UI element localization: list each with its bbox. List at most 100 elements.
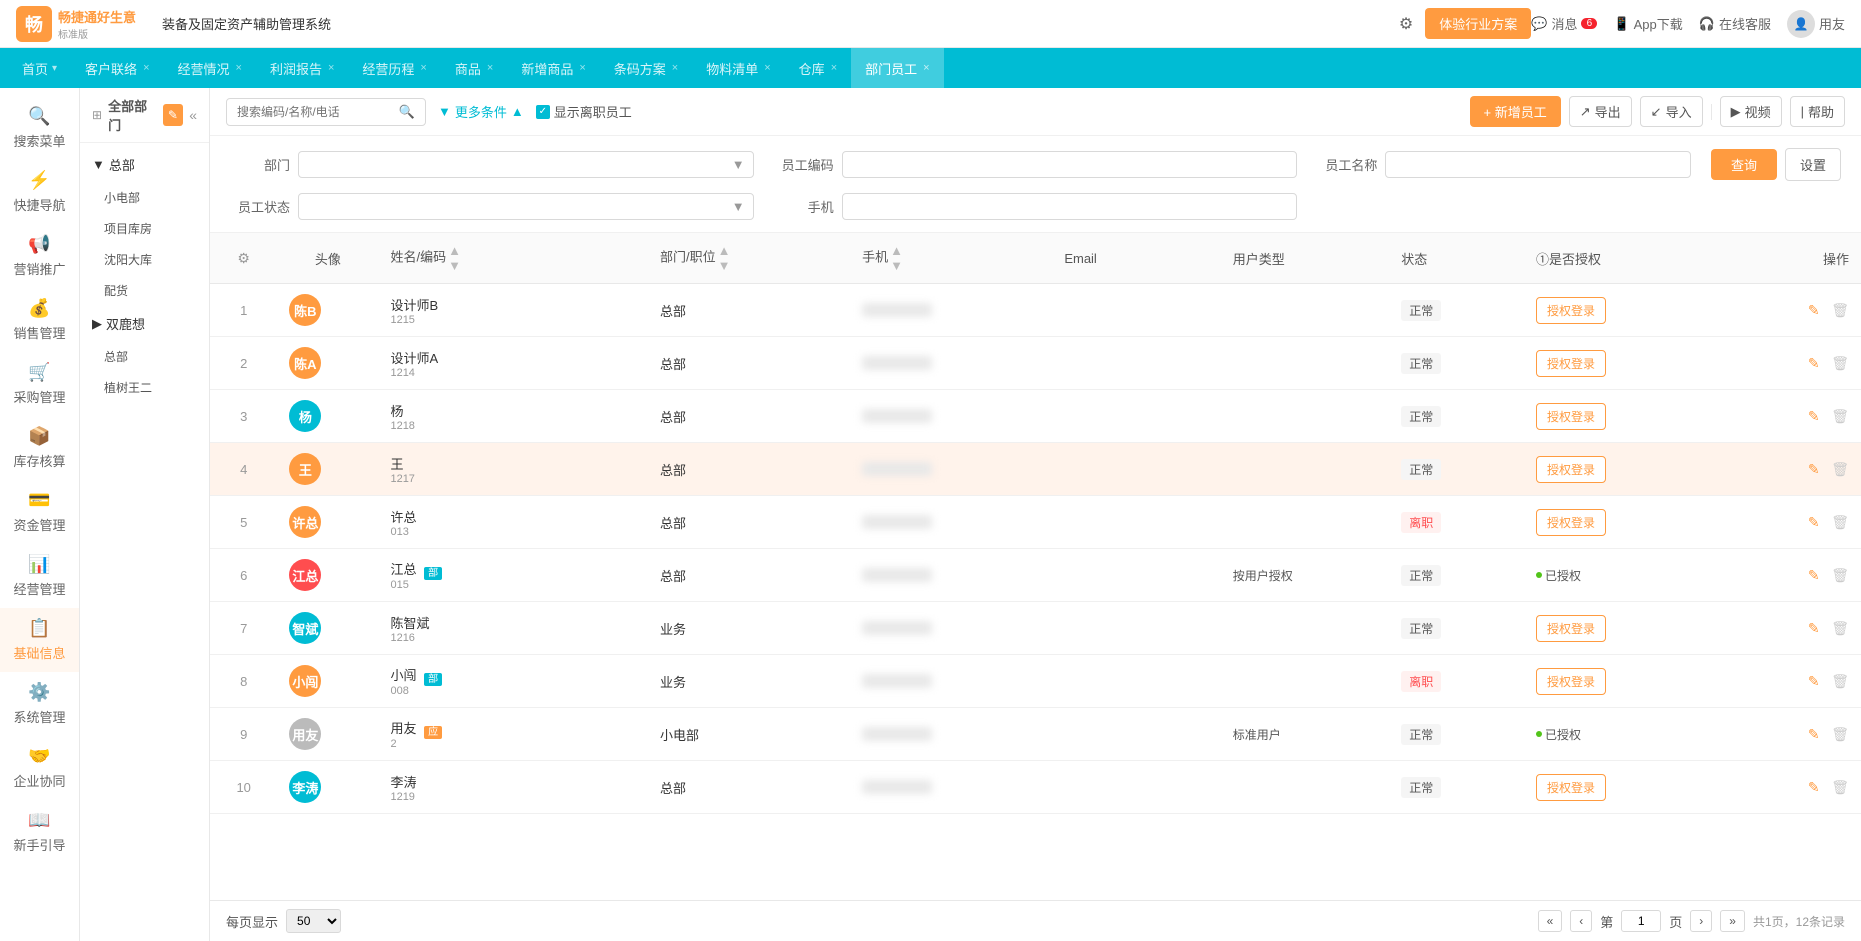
tab-close-icon[interactable]: ×: [831, 62, 837, 74]
edit-button[interactable]: ✎: [1808, 673, 1820, 689]
empname-filter-input[interactable]: [1385, 151, 1691, 178]
edit-button[interactable]: ✎: [1808, 726, 1820, 742]
left-nav-item-搜索菜单[interactable]: 🔍搜索菜单: [0, 96, 79, 160]
delete-button[interactable]: 🗑: [1831, 620, 1849, 636]
col-phone[interactable]: 手机▲▼: [850, 233, 1052, 284]
experience-button[interactable]: 体验行业方案: [1425, 8, 1531, 39]
tab-close-icon[interactable]: ×: [143, 62, 149, 74]
nav-tab-条码方案[interactable]: 条码方案 ×: [600, 48, 692, 88]
tab-close-icon[interactable]: ×: [328, 62, 334, 74]
auth-button[interactable]: 授权登录: [1536, 456, 1606, 483]
last-page-button[interactable]: »: [1720, 910, 1745, 932]
delete-button[interactable]: 🗑: [1831, 673, 1849, 689]
dept-item-zhishu[interactable]: 植树王二: [80, 372, 209, 403]
add-employee-button[interactable]: + 新增员工: [1470, 96, 1561, 127]
nav-tab-经营历程[interactable]: 经营历程 ×: [348, 48, 440, 88]
edit-button[interactable]: ✎: [1808, 302, 1820, 318]
left-nav-item-系统管理[interactable]: ⚙️系统管理: [0, 672, 79, 736]
edit-button[interactable]: ✎: [1808, 779, 1820, 795]
tab-close-icon[interactable]: ×: [579, 62, 585, 74]
settings-icon[interactable]: ⚙: [1399, 14, 1413, 34]
edit-button[interactable]: ✎: [1808, 620, 1820, 636]
left-nav-item-经营管理[interactable]: 📊经营管理: [0, 544, 79, 608]
page-size-select[interactable]: 50 100: [286, 909, 341, 933]
tab-close-icon[interactable]: ×: [764, 62, 770, 74]
col-name[interactable]: 姓名/编码▲▼: [378, 233, 648, 284]
auth-button[interactable]: 授权登录: [1536, 668, 1606, 695]
delete-button[interactable]: 🗑: [1831, 461, 1849, 477]
auth-button[interactable]: 授权登录: [1536, 509, 1606, 536]
help-button[interactable]: | 帮助: [1790, 96, 1845, 127]
delete-button[interactable]: 🗑: [1831, 567, 1849, 583]
empstatus-filter-select[interactable]: ▼: [298, 193, 754, 220]
auth-button[interactable]: 授权登录: [1536, 297, 1606, 324]
nav-tab-客户联络[interactable]: 客户联络 ×: [71, 48, 163, 88]
nav-tab-利润报告[interactable]: 利润报告 ×: [256, 48, 348, 88]
dept-group-shuanglu[interactable]: ▶ 双鹿想: [80, 306, 209, 341]
dept-item-zongbu[interactable]: 总部: [80, 341, 209, 372]
user-button[interactable]: 👤 用友: [1787, 10, 1845, 38]
left-nav-item-资金管理[interactable]: 💳资金管理: [0, 480, 79, 544]
query-button[interactable]: 查询: [1711, 149, 1777, 180]
first-page-button[interactable]: «: [1538, 910, 1563, 932]
dept-item-peihuo[interactable]: 配货: [80, 275, 209, 306]
gear-icon[interactable]: ⚙: [237, 250, 250, 266]
setting-button[interactable]: 设置: [1785, 148, 1841, 181]
import-button[interactable]: ↙ 导入: [1640, 96, 1703, 127]
tab-close-icon[interactable]: ×: [420, 62, 426, 74]
delete-button[interactable]: 🗑: [1831, 779, 1849, 795]
delete-button[interactable]: 🗑: [1831, 726, 1849, 742]
nav-tab-物料清单[interactable]: 物料清单 ×: [692, 48, 784, 88]
left-nav-item-采购管理[interactable]: 🛒采购管理: [0, 352, 79, 416]
tab-close-icon[interactable]: ×: [672, 62, 678, 74]
nav-tab-经营情况[interactable]: 经营情况 ×: [164, 48, 256, 88]
nav-tab-首页[interactable]: 首页 ▾: [8, 48, 71, 88]
edit-button[interactable]: ✎: [1808, 567, 1820, 583]
nav-tab-部门员工[interactable]: 部门员工 ×: [851, 48, 943, 88]
auth-button[interactable]: 授权登录: [1536, 774, 1606, 801]
edit-button[interactable]: ✎: [1808, 514, 1820, 530]
search-input[interactable]: [237, 105, 393, 119]
prev-page-button[interactable]: ‹: [1570, 910, 1592, 932]
left-nav-item-营销推广[interactable]: 📢营销推广: [0, 224, 79, 288]
dept-item-project[interactable]: 项目库房: [80, 213, 209, 244]
online-support-button[interactable]: 🎧 在线客服: [1699, 14, 1771, 33]
dept-filter-select[interactable]: ▼: [298, 151, 754, 178]
tab-close-icon[interactable]: ×: [487, 62, 493, 74]
tab-close-icon[interactable]: ×: [236, 62, 242, 74]
tab-close-icon[interactable]: ×: [923, 62, 929, 74]
all-dept-label[interactable]: 全部部门: [108, 96, 157, 134]
delete-button[interactable]: 🗑: [1831, 514, 1849, 530]
delete-button[interactable]: 🗑: [1831, 408, 1849, 424]
collapse-icon[interactable]: «: [189, 107, 197, 123]
phone-filter-input[interactable]: [842, 193, 1298, 220]
view-button[interactable]: ▶ 视频: [1720, 96, 1782, 127]
left-nav-item-库存核算[interactable]: 📦库存核算: [0, 416, 79, 480]
next-page-button[interactable]: ›: [1690, 910, 1712, 932]
nav-tab-仓库[interactable]: 仓库 ×: [785, 48, 851, 88]
left-nav-item-企业协同[interactable]: 🤝企业协同: [0, 736, 79, 800]
show-resigned-toggle[interactable]: ✓ 显示离职员工: [536, 102, 632, 121]
messages-button[interactable]: 💬 消息 6: [1531, 14, 1597, 33]
dept-item-xiaodian[interactable]: 小电部: [80, 182, 209, 213]
page-number-input[interactable]: [1621, 910, 1661, 932]
col-dept[interactable]: 部门/职位▲▼: [648, 233, 850, 284]
dept-group-general[interactable]: ▼ 总部: [80, 147, 209, 182]
delete-button[interactable]: 🗑: [1831, 302, 1849, 318]
edit-button[interactable]: ✎: [1808, 461, 1820, 477]
more-filters-button[interactable]: ▼ 更多条件 ▲: [438, 102, 524, 121]
empcode-filter-input[interactable]: [842, 151, 1298, 178]
nav-tab-商品[interactable]: 商品 ×: [441, 48, 507, 88]
edit-button[interactable]: ✎: [1808, 408, 1820, 424]
auth-button[interactable]: 授权登录: [1536, 403, 1606, 430]
left-nav-item-快捷导航[interactable]: ⚡快捷导航: [0, 160, 79, 224]
auth-button[interactable]: 授权登录: [1536, 350, 1606, 377]
dept-edit-icon[interactable]: ✎: [163, 104, 184, 126]
nav-tab-新增商品[interactable]: 新增商品 ×: [507, 48, 599, 88]
dept-item-shenyang[interactable]: 沈阳大库: [80, 244, 209, 275]
edit-button[interactable]: ✎: [1808, 355, 1820, 371]
delete-button[interactable]: 🗑: [1831, 355, 1849, 371]
app-download-button[interactable]: 📱 App下载: [1613, 14, 1682, 33]
auth-button[interactable]: 授权登录: [1536, 615, 1606, 642]
left-nav-item-新手引导[interactable]: 📖新手引导: [0, 800, 79, 864]
